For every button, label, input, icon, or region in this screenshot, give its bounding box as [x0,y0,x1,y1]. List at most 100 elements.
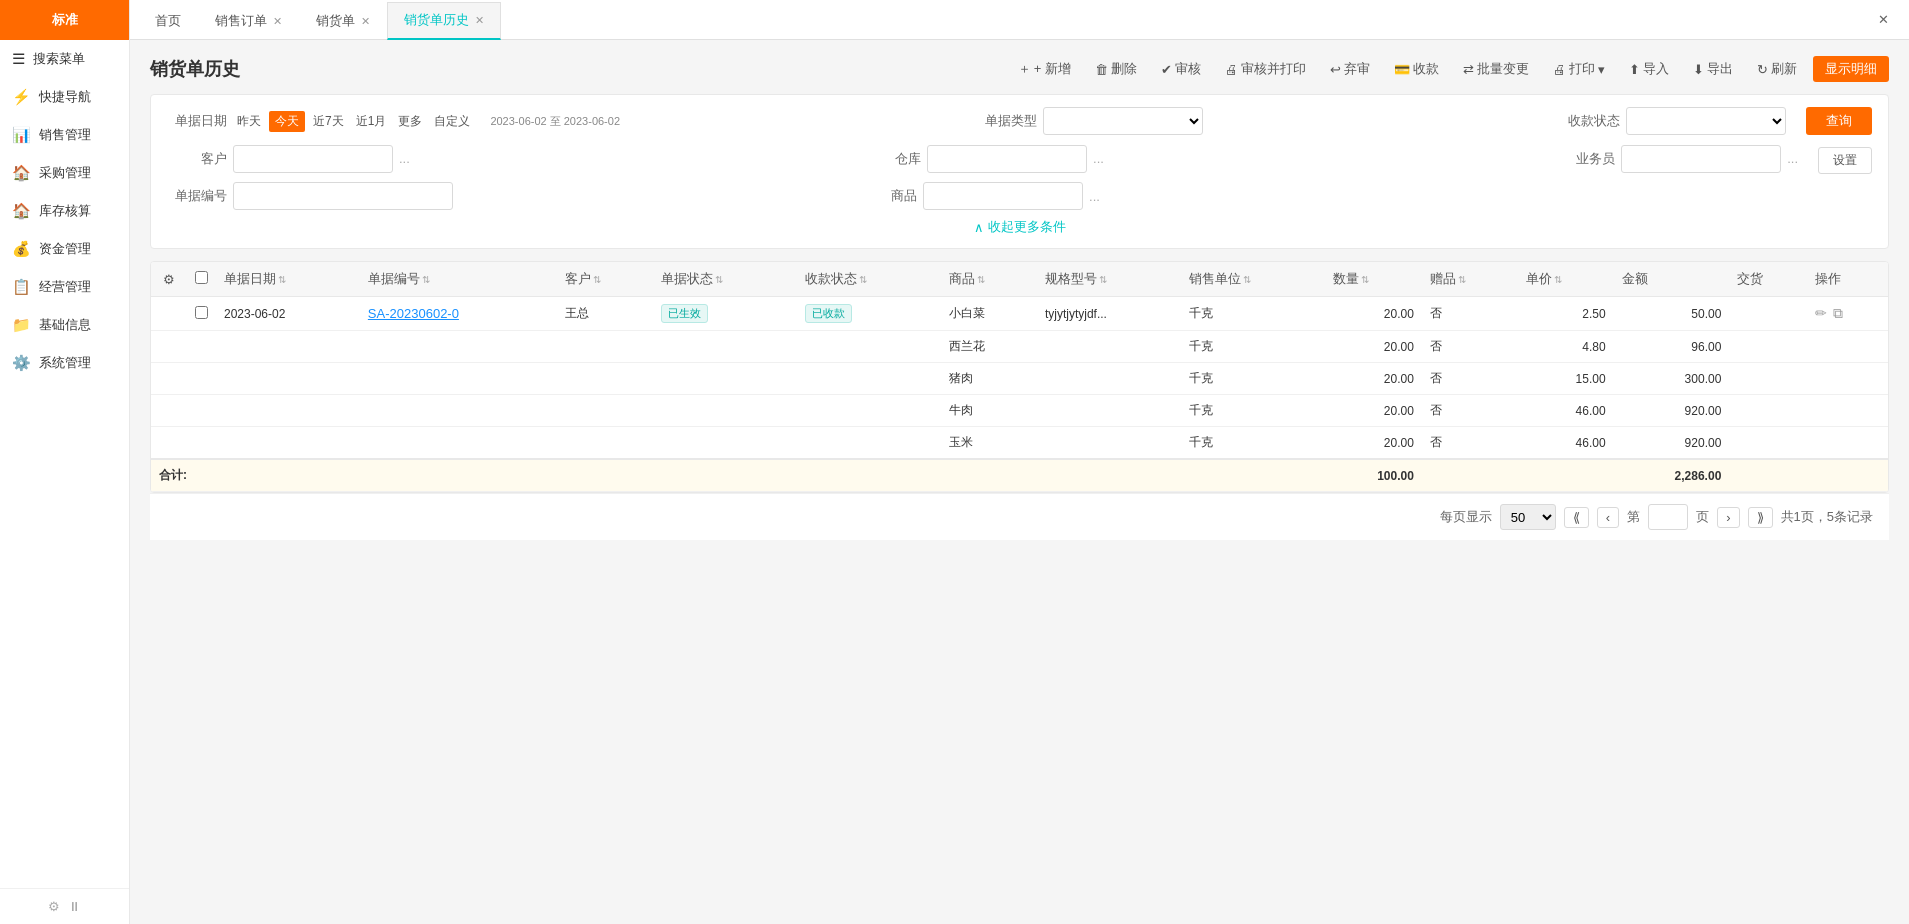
customer-dots[interactable]: ... [399,151,410,166]
edit-icon[interactable]: ✏ [1815,305,1827,322]
row-delivery [1729,297,1806,331]
filter-docno: 单据编号 [167,182,453,210]
tab-sales-order[interactable]: 销售订单 ✕ [198,2,299,40]
tab-sales-bill[interactable]: 销货单 ✕ [299,2,387,40]
page-number-input[interactable]: 1 [1648,504,1688,530]
sidebar-item-business[interactable]: 📋 经营管理 [0,268,129,306]
row-delivery [1729,395,1806,427]
date-btn-7days[interactable]: 近7天 [309,111,348,132]
query-button[interactable]: 查询 [1806,107,1872,135]
sort-gift-icon: ⇅ [1458,274,1466,285]
delete-button[interactable]: 🗑 删除 [1087,56,1145,82]
tab-sales-bill-close[interactable]: ✕ [361,15,370,28]
th-spec[interactable]: 规格型号 ⇅ [1037,262,1181,297]
first-page-button[interactable]: ⟪ [1564,507,1589,528]
sort-pay-status-icon: ⇅ [859,274,867,285]
row-spec [1037,395,1181,427]
warehouse-label: 仓库 [861,150,921,168]
import-button[interactable]: ⬆ 导入 [1621,56,1677,82]
th-pay-status[interactable]: 收款状态 ⇅ [797,262,941,297]
row-gear [151,427,187,460]
pay-status-select[interactable] [1626,107,1786,135]
next-page-button[interactable]: › [1717,507,1739,528]
collapse-button[interactable]: ∧ 收起更多条件 [167,218,1872,236]
sidebar-collapse-icon[interactable]: ⏸ [68,899,81,914]
import-icon: ⬆ [1629,62,1640,77]
select-all-checkbox[interactable] [195,271,208,284]
row-check [187,395,216,427]
th-checkbox[interactable] [187,262,216,297]
th-gift[interactable]: 赠品 ⇅ [1422,262,1518,297]
th-no[interactable]: 单据编号 ⇅ [360,262,557,297]
copy-icon[interactable]: ⧉ [1833,305,1843,322]
doc-type-select[interactable] [1043,107,1203,135]
prev-page-button[interactable]: ‹ [1597,507,1619,528]
th-date[interactable]: 单据日期 ⇅ [216,262,360,297]
th-price[interactable]: 单价 ⇅ [1518,262,1614,297]
th-unit[interactable]: 销售单位 ⇅ [1181,262,1325,297]
sidebar-item-system[interactable]: ⚙️ 系统管理 [0,344,129,382]
tab-history-close[interactable]: ✕ [475,14,484,27]
sidebar-item-finance[interactable]: 💰 资金管理 [0,230,129,268]
th-delivery[interactable]: 交货 [1729,262,1806,297]
sort-goods-icon: ⇅ [977,274,985,285]
audit-button[interactable]: ✔ 审核 [1153,56,1209,82]
docno-input[interactable] [233,182,453,210]
abandon-button[interactable]: ↩ 弃审 [1322,56,1378,82]
date-btn-today[interactable]: 今天 [269,111,305,132]
date-btn-1month[interactable]: 近1月 [352,111,391,132]
sidebar-item-search[interactable]: ☰ 搜索菜单 [0,40,129,78]
page-size-select[interactable]: 50 100 200 [1500,504,1556,530]
customer-label: 客户 [167,150,227,168]
sidebar-item-basic[interactable]: 📁 基础信息 [0,306,129,344]
th-settings[interactable]: ⚙ [151,262,187,297]
date-btn-custom[interactable]: 自定义 [430,111,474,132]
refresh-button[interactable]: ↻ 刷新 [1749,56,1805,82]
sidebar-item-label: 库存核算 [39,202,91,220]
row-unit: 千克 [1181,331,1325,363]
tab-history[interactable]: 销货单历史 ✕ [387,2,501,40]
tab-sales-order-close[interactable]: ✕ [273,15,282,28]
tab-home[interactable]: 首页 [138,2,198,40]
sidebar-settings-icon[interactable]: ⚙ [48,899,60,914]
pay-status-badge: 已收款 [805,304,852,323]
window-close-button[interactable]: ✕ [1866,12,1901,27]
th-qty[interactable]: 数量 ⇅ [1325,262,1422,297]
sidebar-item-quicknav[interactable]: ⚡ 快捷导航 [0,78,129,116]
row-checkbox[interactable] [195,306,208,319]
date-btn-more[interactable]: 更多 [394,111,426,132]
last-page-button[interactable]: ⟫ [1748,507,1773,528]
th-amount[interactable]: 金额 [1614,262,1730,297]
staff-dots[interactable]: ... [1787,151,1798,166]
print-audit-button[interactable]: 🖨 审核并打印 [1217,56,1314,82]
sidebar-item-purchase[interactable]: 🏠 采购管理 [0,154,129,192]
goods-dots[interactable]: ... [1089,189,1100,204]
customer-input[interactable] [233,145,393,173]
export-button[interactable]: ⬇ 导出 [1685,56,1741,82]
sidebar-item-inventory[interactable]: 🏠 库存核算 [0,192,129,230]
sort-date-icon: ⇅ [278,274,286,285]
row-qty: 20.00 [1325,363,1422,395]
tab-sales-bill-label: 销货单 [316,12,355,30]
print-button[interactable]: 🖨 打印 ▾ [1545,56,1613,82]
receive-button[interactable]: 💳 收款 [1386,56,1447,82]
date-btn-yesterday[interactable]: 昨天 [233,111,265,132]
th-doc-status[interactable]: 单据状态 ⇅ [653,262,797,297]
warehouse-input[interactable] [927,145,1087,173]
goods-input[interactable] [923,182,1083,210]
th-customer[interactable]: 客户 ⇅ [557,262,653,297]
doc-no-link[interactable]: SA-20230602-0 [368,306,459,321]
th-goods[interactable]: 商品 ⇅ [941,262,1037,297]
table-row: 2023-06-02 SA-20230602-0 王总 已生效 已收款 小白菜 … [151,297,1888,331]
warehouse-dots[interactable]: ... [1093,151,1104,166]
table-row: 牛肉 千克 20.00 否 46.00 920.00 [151,395,1888,427]
sidebar-item-label: 采购管理 [39,164,91,182]
batch-change-button[interactable]: ⇄ 批量变更 [1455,56,1537,82]
set-button[interactable]: 设置 [1818,147,1872,174]
sidebar-item-sales[interactable]: 📊 销售管理 [0,116,129,154]
export-label: 导出 [1707,60,1733,78]
filter-customer: 客户 ... [167,145,410,173]
show-detail-button[interactable]: 显示明细 [1813,56,1889,82]
staff-input[interactable] [1621,145,1781,173]
new-button[interactable]: ＋ + 新增 [1010,56,1079,82]
